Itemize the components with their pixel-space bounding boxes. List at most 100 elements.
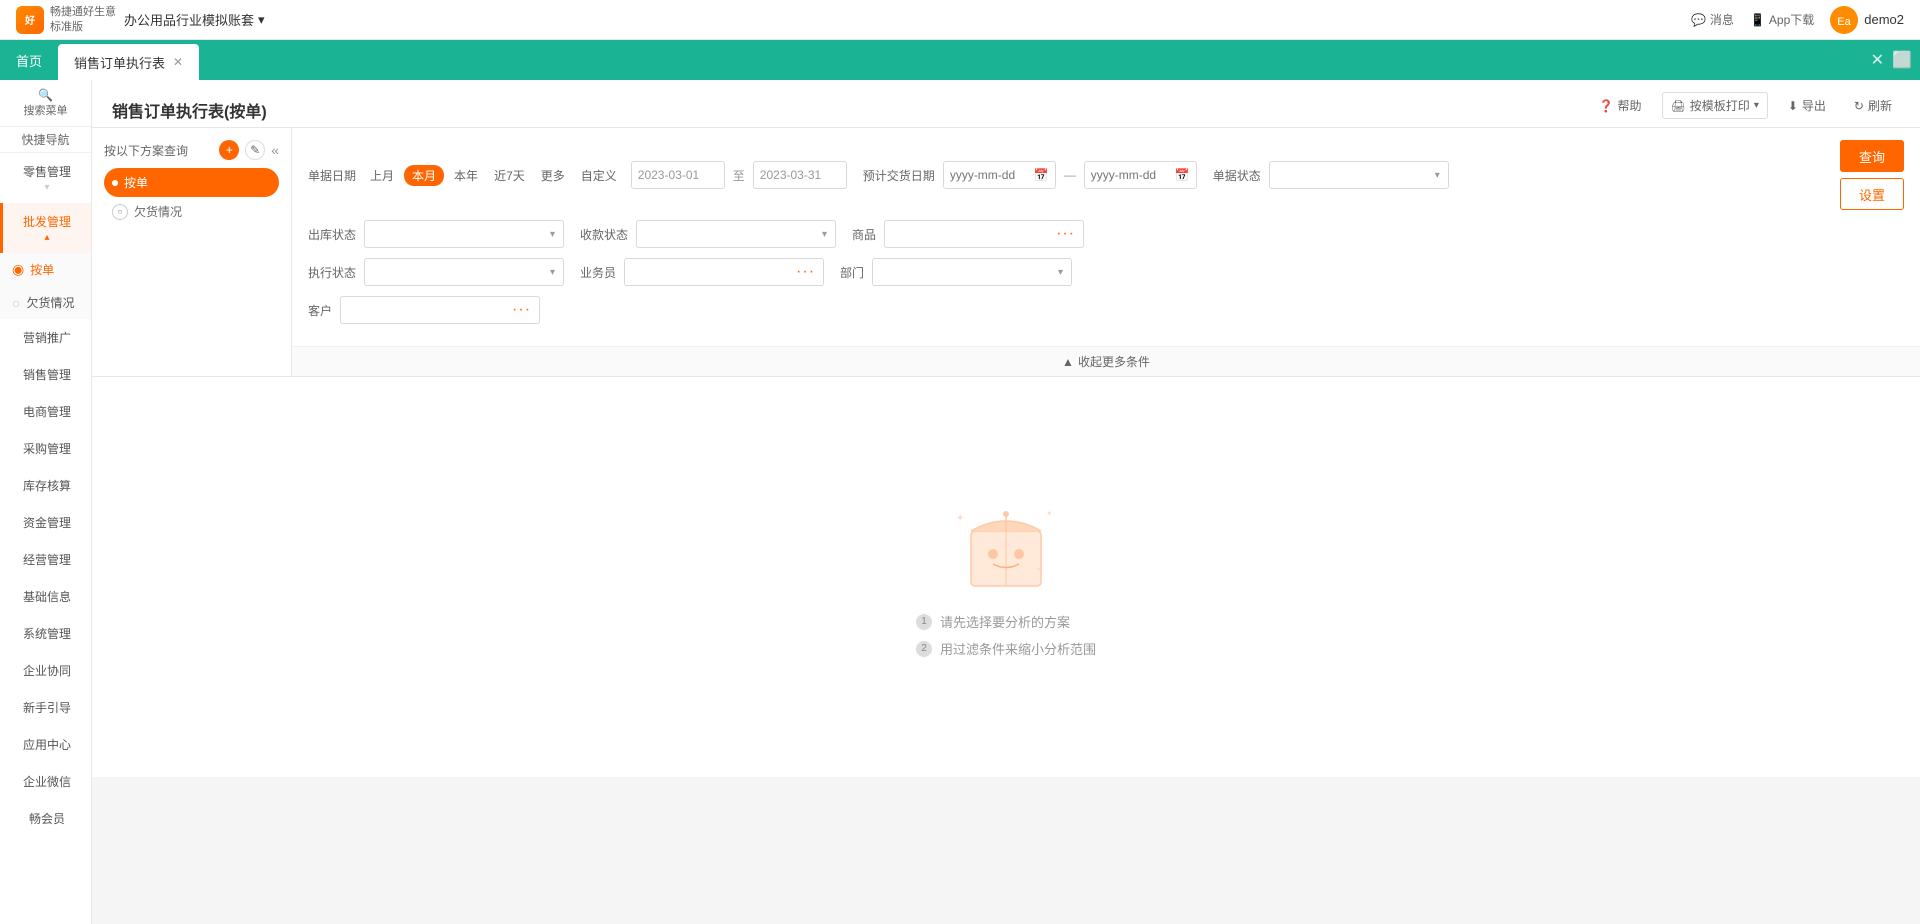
sidebar-item-marketing[interactable]: 营销推广 [0, 319, 91, 356]
sidebar-item-inventory[interactable]: 库存核算 [0, 467, 91, 504]
refresh-btn[interactable]: ↻ 刷新 [1846, 93, 1900, 118]
filter-field-expected-date: 预计交货日期 📅 — 📅 [863, 161, 1197, 189]
sidebar-search[interactable]: 🔍 搜索菜单 [0, 80, 91, 127]
empty-hint-2: 2 用过滤条件来缩小分析范围 [916, 639, 1096, 658]
date-tab-custom[interactable]: 自定义 [575, 165, 623, 186]
reset-button[interactable]: 设置 [1840, 178, 1904, 210]
expected-date-to-input[interactable] [1091, 168, 1171, 182]
salesperson-ellipsis-btn[interactable]: ··· [796, 263, 815, 281]
filter-field-exec-status: 执行状态 ▾ [308, 258, 564, 286]
filter-scheme-title: 按以下方案查询 + ✎ « [104, 140, 279, 160]
collapse-btn[interactable]: ▲ 收起更多条件 [292, 346, 1920, 376]
message-btn[interactable]: 💬 消息 [1691, 11, 1734, 28]
date-tab-more[interactable]: 更多 [535, 165, 571, 186]
sidebar-item-enterprise[interactable]: 企业协同 [0, 652, 91, 689]
search-icon: 🔍 [38, 88, 53, 102]
sidebar-item-appstore[interactable]: 应用中心 [0, 726, 91, 763]
help-btn[interactable]: ❓ 帮助 [1591, 93, 1650, 118]
status-select[interactable]: ▾ [1269, 161, 1449, 189]
help-icon: ❓ [1599, 99, 1614, 113]
circle-dot-icon: ◉ [12, 261, 24, 278]
product-ellipsis-btn[interactable]: ··· [1056, 225, 1075, 243]
page-title: 销售订单执行表(按单) [112, 98, 267, 122]
circle-icon: ○ [12, 295, 20, 311]
app-selector[interactable]: 办公用品行业模拟账套 ▾ [124, 10, 265, 29]
sidebar-item-purchase[interactable]: 采购管理 [0, 430, 91, 467]
date-tab-last7[interactable]: 近7天 [488, 165, 531, 186]
sidebar-quick-nav[interactable]: 快捷导航 [0, 127, 91, 153]
sidebar: 🔍 搜索菜单 快捷导航 零售管理 ▾ 批发管理 ▴ ◉ 按单 ○ 欠货情况 [0, 80, 92, 924]
svg-text:Ea: Ea [1838, 16, 1852, 28]
scheme-item-按单[interactable]: 按单 [104, 168, 279, 197]
chevron-down-icon: ▾ [258, 12, 265, 28]
print-btn[interactable]: 🖨 按模板打印 ▾ [1662, 92, 1768, 119]
main-layout: 🔍 搜索菜单 快捷导航 零售管理 ▾ 批发管理 ▴ ◉ 按单 ○ 欠货情况 [0, 80, 1920, 924]
maximize-icon[interactable]: ⬜ [1892, 50, 1912, 70]
customer-ellipsis-btn[interactable]: ··· [512, 301, 531, 319]
salesperson-input-wrap: ··· [624, 258, 824, 286]
logo-icon: 好 [16, 6, 44, 34]
sidebar-sub-item-arrears[interactable]: ○ 欠货情况 [0, 286, 91, 319]
out-status-select[interactable]: ▾ [364, 220, 564, 248]
date-from-input[interactable] [638, 168, 718, 182]
sidebar-item-wechat[interactable]: 企业微信 [0, 763, 91, 800]
chevron-down-icon: ▾ [44, 182, 49, 193]
message-icon: 💬 [1691, 13, 1706, 27]
date-to-input[interactable] [760, 168, 840, 182]
sidebar-item-member[interactable]: 畅会员 [0, 800, 91, 837]
active-dot-icon [112, 180, 118, 186]
date-tab-last-month[interactable]: 上月 [364, 165, 400, 186]
date-tab-this-month[interactable]: 本月 [404, 165, 444, 186]
tab-bar-actions: ✕ ⬜ [1871, 50, 1920, 70]
svg-text:✦: ✦ [1036, 566, 1041, 573]
sidebar-item-basic[interactable]: 基础信息 [0, 578, 91, 615]
tab-close-icon[interactable]: ✕ [173, 55, 183, 69]
avatar: Ea [1830, 6, 1858, 34]
filter-field-customer: 客户 ··· [308, 296, 540, 324]
sidebar-sub-item-scheme[interactable]: ◉ 按单 [0, 253, 91, 286]
export-btn[interactable]: ⬇ 导出 [1780, 93, 1834, 118]
filter-field-out-status: 出库状态 ▾ [308, 220, 564, 248]
tab-sales-order[interactable]: 销售订单执行表 ✕ [58, 44, 199, 80]
filter-row-3: 执行状态 ▾ 业务员 ··· [308, 258, 1904, 286]
app-download-btn[interactable]: 📱 App下载 [1750, 11, 1814, 28]
scheme-item-欠货情况[interactable]: ○ 欠货情况 [104, 197, 279, 226]
exec-status-select[interactable]: ▾ [364, 258, 564, 286]
expected-date-to-wrap: 📅 [1084, 161, 1197, 189]
filter-scheme-panel: 按以下方案查询 + ✎ « 按单 ○ 欠货情况 [92, 128, 292, 376]
sidebar-item-newbie[interactable]: 新手引导 [0, 689, 91, 726]
calendar-icon[interactable]: 📅 [1034, 168, 1049, 182]
header-right: 💬 消息 📱 App下载 Ea demo2 [1691, 6, 1904, 34]
collapse-icon: ▲ [1062, 355, 1074, 369]
search-button[interactable]: 查询 [1840, 140, 1904, 172]
tab-home[interactable]: 首页 [0, 40, 58, 80]
sidebar-item-finance[interactable]: 资金管理 [0, 504, 91, 541]
svg-text:✦: ✦ [1046, 509, 1053, 518]
collapse-scheme-btn[interactable]: « [271, 142, 279, 158]
calendar-icon-2[interactable]: 📅 [1175, 168, 1190, 182]
header-left: 好 畅捷通好生意 标准版 办公用品行业模拟账套 ▾ [16, 5, 265, 34]
sidebar-item-retail[interactable]: 零售管理 ▾ [0, 153, 91, 203]
sidebar-item-wholesale[interactable]: 批发管理 ▴ [0, 203, 91, 253]
edit-scheme-btn[interactable]: ✎ [245, 140, 265, 160]
print-icon: 🖨 [1671, 99, 1686, 113]
close-window-icon[interactable]: ✕ [1871, 50, 1884, 70]
add-scheme-btn[interactable]: + [219, 140, 239, 160]
payment-status-select[interactable]: ▾ [636, 220, 836, 248]
sidebar-item-operations[interactable]: 经营管理 [0, 541, 91, 578]
sidebar-item-ecommerce[interactable]: 电商管理 [0, 393, 91, 430]
logo-text: 畅捷通好生意 标准版 [50, 5, 116, 34]
expected-date-from-input[interactable] [950, 168, 1030, 182]
date-tabs: 上月 本月 本年 近7天 更多 自定义 [364, 165, 623, 186]
sidebar-item-sales[interactable]: 销售管理 [0, 356, 91, 393]
dept-select[interactable]: ▾ [872, 258, 1072, 286]
filter-field-payment-status: 收款状态 ▾ [580, 220, 836, 248]
date-to-wrap [753, 161, 847, 189]
user-area[interactable]: Ea demo2 [1830, 6, 1904, 34]
date-tab-this-year[interactable]: 本年 [448, 165, 484, 186]
action-btns: 查询 设置 [1840, 140, 1904, 210]
filter-row-2: 出库状态 ▾ 收款状态 ▾ [308, 220, 1904, 248]
filter-field-dept: 部门 ▾ [840, 258, 1072, 286]
sidebar-item-system[interactable]: 系统管理 [0, 615, 91, 652]
chevron-down-icon: ▾ [550, 229, 555, 240]
